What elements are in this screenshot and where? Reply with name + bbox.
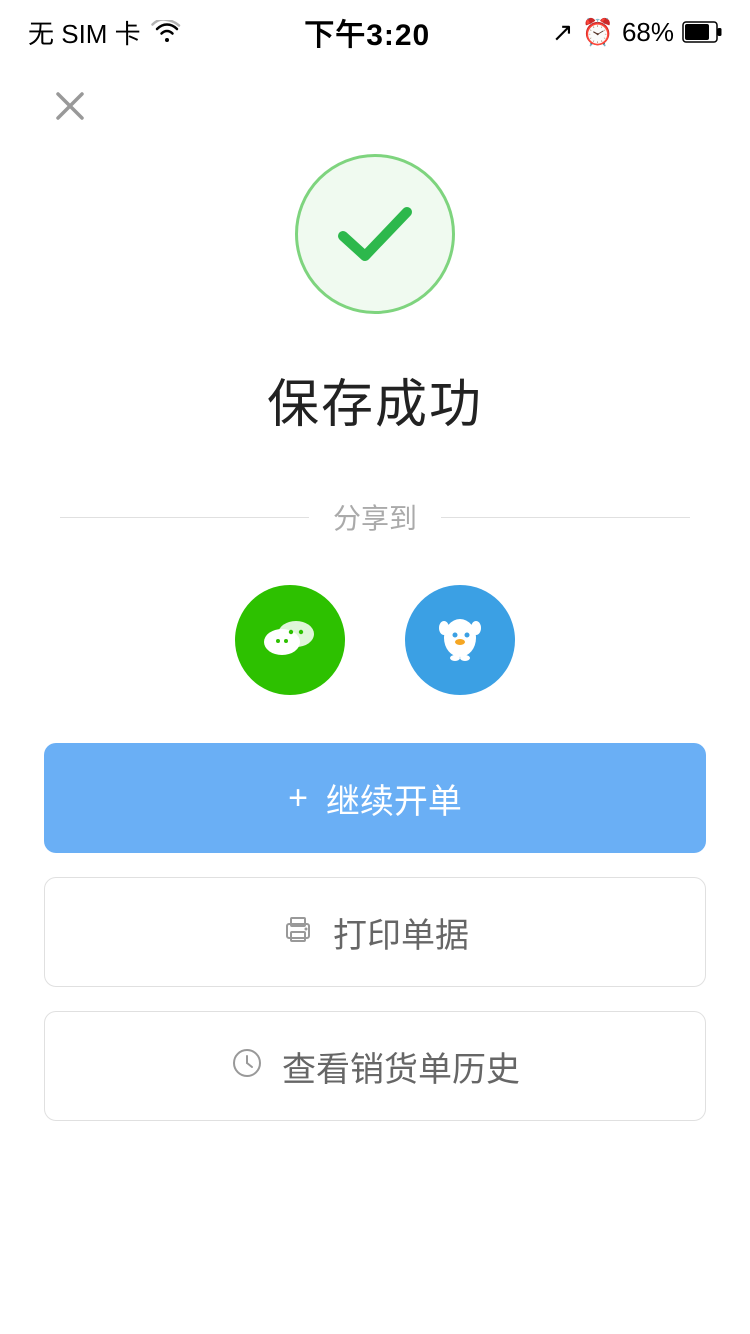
divider-row: 分享到	[0, 497, 750, 537]
divider-left	[60, 517, 309, 518]
share-label: 分享到	[309, 497, 441, 537]
battery-percent: 68%	[622, 17, 674, 48]
share-icons-row	[235, 585, 515, 695]
wifi-icon	[151, 20, 183, 44]
print-button[interactable]: 打印单据	[44, 877, 706, 987]
divider-right	[441, 517, 690, 518]
continue-button[interactable]: + 继续开单	[44, 743, 706, 853]
history-button[interactable]: 查看销货单历史	[44, 1011, 706, 1121]
clock-icon	[230, 1046, 264, 1086]
print-label: 打印单据	[333, 908, 469, 957]
qq-share-button[interactable]	[405, 585, 515, 695]
status-time: 下午3:20	[304, 10, 430, 54]
alarm-icon: ⏰	[582, 17, 614, 48]
status-left: 无 SIM 卡	[28, 14, 183, 51]
location-icon: ↗	[552, 17, 574, 48]
actions-section: + 继续开单 打印单据	[0, 743, 750, 1121]
status-right: ↗ ⏰ 68%	[552, 17, 722, 48]
success-title: 保存成功	[267, 362, 483, 437]
status-bar: 无 SIM 卡 下午3:20 ↗ ⏰ 68%	[0, 0, 750, 64]
qq-icon	[428, 608, 492, 672]
main-content: 保存成功 分享到	[0, 64, 750, 1121]
share-section: 分享到	[0, 497, 750, 695]
continue-label: 继续开单	[326, 774, 462, 823]
checkmark-icon	[335, 204, 415, 264]
close-button[interactable]	[44, 80, 96, 132]
wechat-share-button[interactable]	[235, 585, 345, 695]
no-sim-label: 无 SIM 卡	[28, 14, 141, 51]
close-icon	[52, 88, 88, 124]
success-circle	[295, 154, 455, 314]
plus-icon: +	[288, 781, 308, 815]
battery-icon	[682, 21, 722, 43]
history-label: 查看销货单历史	[282, 1042, 520, 1091]
wechat-icon	[258, 608, 322, 672]
printer-icon	[281, 912, 315, 952]
